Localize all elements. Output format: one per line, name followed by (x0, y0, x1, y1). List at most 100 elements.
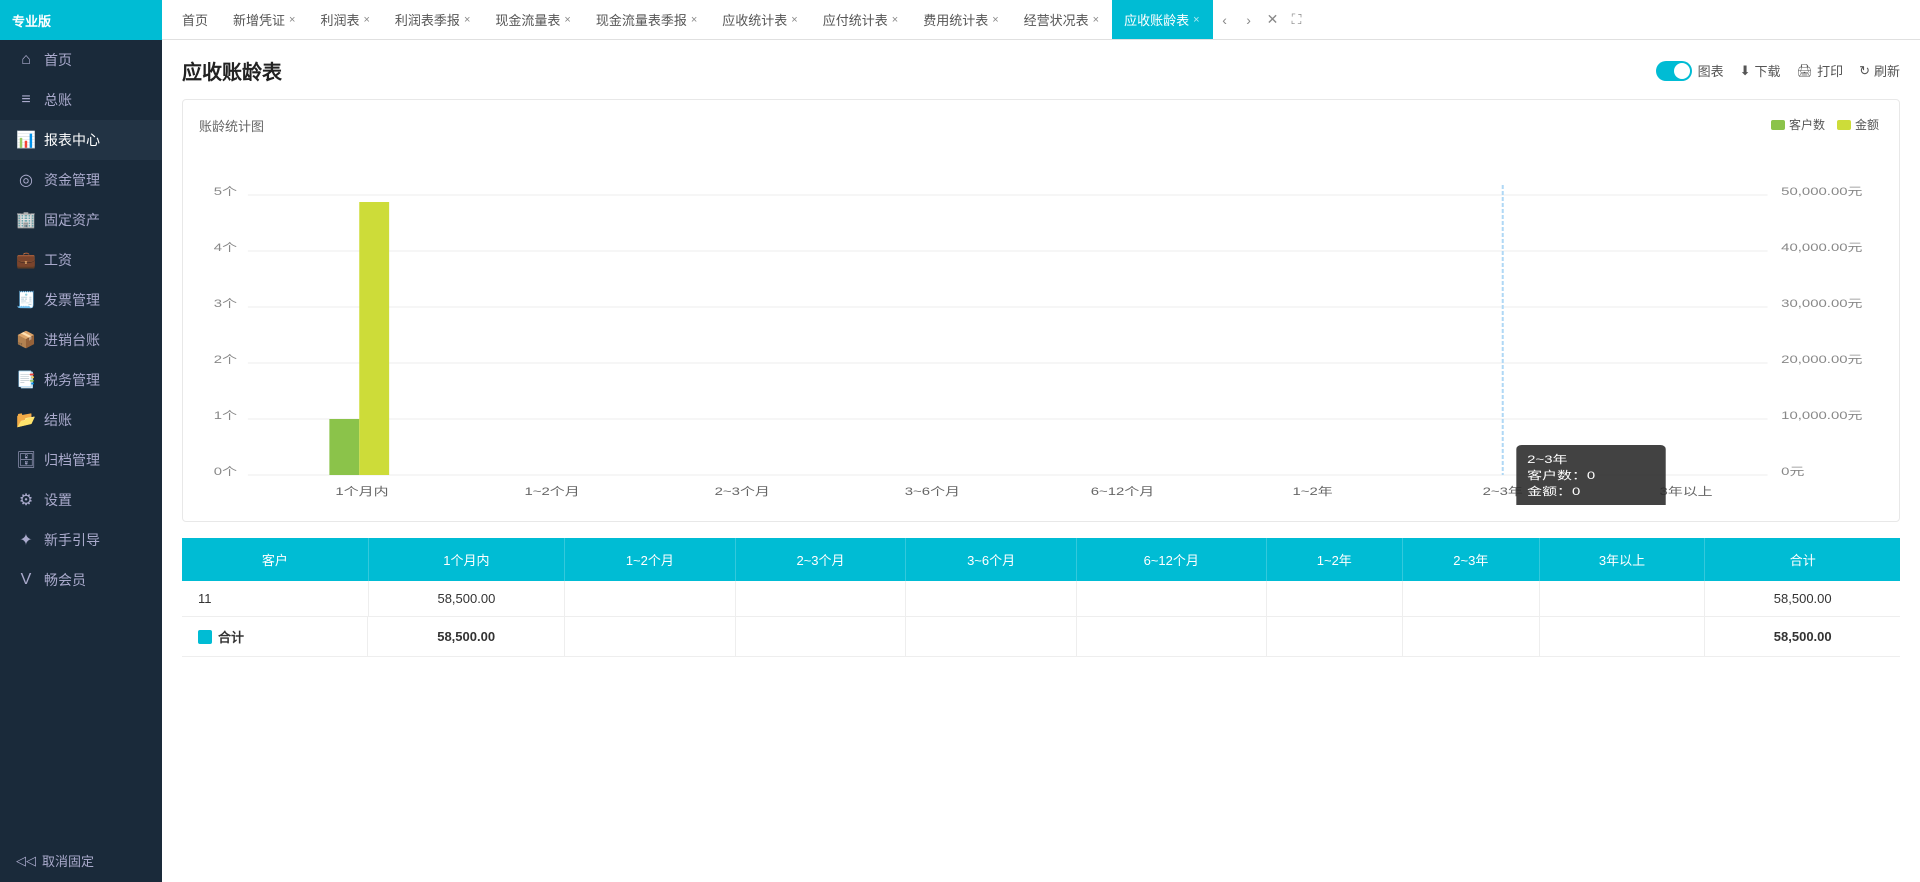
invoice-icon: 🧾 (16, 290, 36, 310)
download-button[interactable]: ⬇ 下载 (1740, 61, 1781, 80)
col-3plus-year: 3年以上 (1539, 538, 1705, 581)
sidebar-item-assets[interactable]: 🏢 固定资产 (0, 200, 162, 240)
svg-text:5个: 5个 (214, 185, 237, 198)
table-row: 11 58,500.00 58,500.00 (182, 581, 1900, 617)
col-1-2year: 1~2年 (1266, 538, 1403, 581)
bar-amount-0 (359, 202, 389, 475)
sidebar-item-salary[interactable]: 💼 工资 (0, 240, 162, 280)
main-area: 首页 新增凭证 × 利润表 × 利润表季报 × 现金流量表 × 现金流量表季报 … (162, 0, 1920, 882)
pin-icon: ◁◁ (16, 853, 36, 869)
svg-text:10,000.00元: 10,000.00元 (1781, 409, 1862, 422)
funds-icon: ◎ (16, 170, 36, 190)
sidebar-item-ledger[interactable]: ≡ 总账 (0, 80, 162, 120)
tab-profit[interactable]: 利润表 × (308, 0, 382, 40)
salary-icon: 💼 (16, 250, 36, 270)
sidebar-item-member[interactable]: V 畅会员 (0, 560, 162, 600)
cell-1-2month (565, 581, 736, 617)
table-header-row: 客户 1个月内 1~2个月 2~3个月 3~6个月 6~12个月 1~2年 2~… (182, 538, 1900, 581)
sidebar-item-archive[interactable]: 🗄 归档管理 (0, 440, 162, 480)
close-tab-cashflow[interactable]: × (564, 14, 570, 26)
total-1-2month (565, 617, 736, 657)
close-tab-new-voucher[interactable]: × (289, 14, 295, 26)
svg-text:1~2个月: 1~2个月 (524, 485, 579, 498)
sidebar-pin-toggle[interactable]: ◁◁ 取消固定 (0, 839, 162, 882)
tab-ar-stats[interactable]: 应收统计表 × (710, 0, 810, 40)
svg-text:1~2年: 1~2年 (1292, 485, 1332, 498)
tab-operations[interactable]: 经营状况表 × (1012, 0, 1112, 40)
tab-cashflow[interactable]: 现金流量表 × (483, 0, 583, 40)
sidebar-item-label: 畅会员 (44, 570, 86, 590)
sidebar-item-invoice[interactable]: 🧾 发票管理 (0, 280, 162, 320)
tab-ar-aging[interactable]: 应收账龄表 × (1112, 0, 1212, 40)
svg-text:1个: 1个 (214, 409, 237, 422)
sidebar-item-tax[interactable]: 📑 税务管理 (0, 360, 162, 400)
close-tab-ar-stats[interactable]: × (791, 14, 797, 26)
total-1month: 58,500.00 (368, 617, 564, 657)
sidebar-item-closing[interactable]: 📂 结账 (0, 400, 162, 440)
col-total: 合计 (1705, 538, 1900, 581)
cell-3plus-year (1539, 581, 1705, 617)
sidebar-item-reports[interactable]: 📊 报表中心 (0, 120, 162, 160)
sidebar-item-label: 资金管理 (44, 170, 100, 190)
tab-profit-quarterly[interactable]: 利润表季报 × (383, 0, 483, 40)
close-tab-cashflow-quarterly[interactable]: × (691, 14, 697, 26)
svg-text:0元: 0元 (1781, 465, 1804, 478)
cell-1month: 58,500.00 (368, 581, 564, 617)
svg-text:金额：0: 金额：0 (1527, 485, 1580, 498)
tab-cashflow-quarterly[interactable]: 现金流量表季报 × (584, 0, 710, 40)
sidebar-item-sales[interactable]: 📦 进销台账 (0, 320, 162, 360)
sidebar: 专业版 ⌂ 首页 ≡ 总账 📊 报表中心 ◎ 资金管理 🏢 固定资产 💼 工资 … (0, 0, 162, 882)
total-grand: 58,500.00 (1705, 617, 1900, 657)
col-6-12month: 6~12个月 (1076, 538, 1266, 581)
tab-scroll-left[interactable]: ‹ (1213, 6, 1237, 34)
sidebar-item-home[interactable]: ⌂ 首页 (0, 40, 162, 80)
cell-2-3month (735, 581, 906, 617)
svg-text:1个月内: 1个月内 (335, 485, 388, 498)
archive-icon: 🗄 (16, 450, 36, 470)
sidebar-item-guide[interactable]: ✦ 新手引导 (0, 520, 162, 560)
print-button[interactable]: 🖨 打印 (1797, 61, 1844, 80)
header-actions: 图表 ⬇ 下载 🖨 打印 ↻ 刷新 (1656, 61, 1900, 81)
sidebar-item-label: 首页 (44, 50, 72, 70)
total-row: 合计 58,500.00 58,500.00 (182, 617, 1900, 657)
cell-1-2year (1266, 581, 1403, 617)
chart-toggle[interactable] (1656, 61, 1692, 81)
assets-icon: 🏢 (16, 210, 36, 230)
tab-expense-stats[interactable]: 费用统计表 × (911, 0, 1011, 40)
sidebar-item-label: 总账 (44, 90, 72, 110)
cell-row-total: 58,500.00 (1705, 581, 1900, 617)
svg-text:20,000.00元: 20,000.00元 (1781, 353, 1862, 366)
close-tab-profit[interactable]: × (363, 14, 369, 26)
tab-home[interactable]: 首页 (170, 0, 221, 40)
home-icon: ⌂ (16, 51, 36, 69)
sidebar-item-funds[interactable]: ◎ 资金管理 (0, 160, 162, 200)
col-2-3month: 2~3个月 (735, 538, 906, 581)
svg-text:2~3个月: 2~3个月 (715, 485, 770, 498)
chart-legend: 客户数 金额 (1771, 116, 1879, 133)
close-tab-ap-stats[interactable]: × (892, 14, 898, 26)
tab-close-all[interactable]: ✕ (1261, 6, 1285, 34)
member-icon: V (16, 571, 36, 589)
refresh-button[interactable]: ↻ 刷新 (1859, 61, 1900, 80)
sidebar-item-settings[interactable]: ⚙ 设置 (0, 480, 162, 520)
tab-fullscreen[interactable]: ⛶ (1285, 6, 1309, 34)
tab-new-voucher[interactable]: 新增凭证 × (221, 0, 308, 40)
tab-scroll-right[interactable]: › (1237, 6, 1261, 34)
close-tab-ar-aging[interactable]: × (1193, 14, 1199, 26)
data-table: 客户 1个月内 1~2个月 2~3个月 3~6个月 6~12个月 1~2年 2~… (182, 538, 1900, 657)
sidebar-item-label: 结账 (44, 410, 72, 430)
close-tab-profit-quarterly[interactable]: × (464, 14, 470, 26)
col-3-6month: 3~6个月 (906, 538, 1077, 581)
close-tab-operations[interactable]: × (1093, 14, 1099, 26)
svg-text:0个: 0个 (214, 465, 237, 478)
app-logo: 专业版 (0, 0, 162, 40)
legend-label-customers: 客户数 (1789, 116, 1825, 133)
svg-text:40,000.00元: 40,000.00元 (1781, 241, 1862, 254)
svg-text:客户数：0: 客户数：0 (1527, 468, 1595, 481)
tab-ap-stats[interactable]: 应付统计表 × (811, 0, 911, 40)
total-3-6month (906, 617, 1077, 657)
content-area: 应收账龄表 图表 ⬇ 下载 🖨 打印 ↻ (162, 40, 1920, 882)
refresh-icon: ↻ (1859, 63, 1870, 79)
total-label-cell: 合计 (182, 617, 368, 656)
close-tab-expense-stats[interactable]: × (992, 14, 998, 26)
